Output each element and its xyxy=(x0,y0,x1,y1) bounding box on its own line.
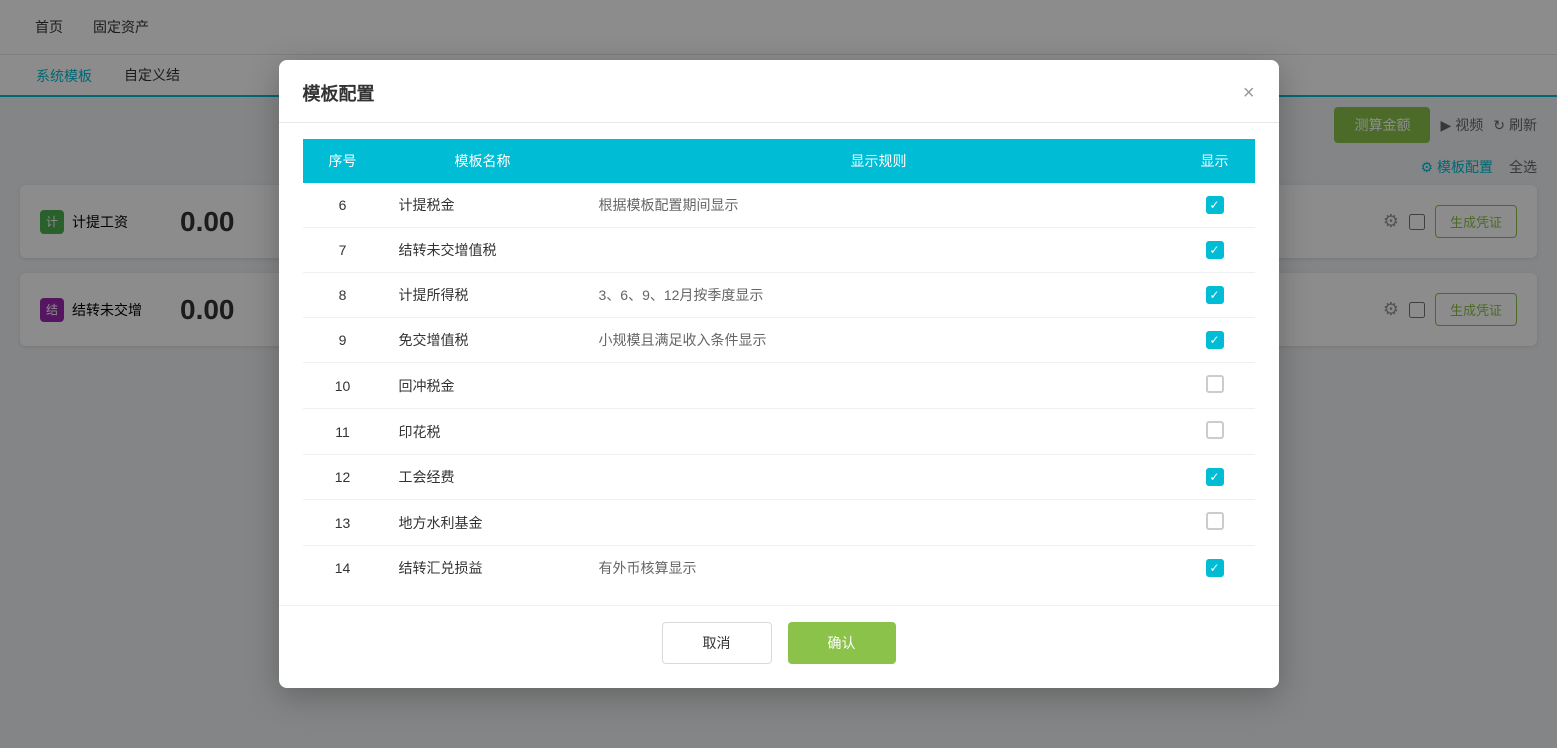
cell-name: 印花税 xyxy=(383,409,583,455)
table-row: 10回冲税金 xyxy=(303,363,1255,409)
table-row: 6计提税金根据模板配置期间显示 ✓ xyxy=(303,183,1255,228)
checkbox-13[interactable] xyxy=(1206,512,1224,530)
cell-checkbox[interactable]: ✓ xyxy=(1175,318,1255,363)
cell-name: 免交增值税 xyxy=(383,318,583,363)
modal-header: 模板配置 × xyxy=(279,60,1279,123)
table-scroll-container[interactable]: 序号 模板名称 显示规则 显示 6计提税金根据模板配置期间显示✓7结转未交增值税… xyxy=(303,139,1255,589)
cell-name: 地方水利基金 xyxy=(383,500,583,546)
table-row: 14结转汇兑损益有外币核算显示 ✓ xyxy=(303,546,1255,590)
cell-name: 结转未交增值税 xyxy=(383,228,583,273)
cell-seq: 10 xyxy=(303,363,383,409)
template-config-modal: 模板配置 × 序号 模板名称 显示规则 显示 6计提税金根据模板配置期间显 xyxy=(279,60,1279,688)
cell-checkbox[interactable]: ✓ xyxy=(1175,183,1255,228)
cell-rule xyxy=(583,228,1175,273)
config-table: 序号 模板名称 显示规则 显示 6计提税金根据模板配置期间显示✓7结转未交增值税… xyxy=(303,139,1255,589)
checkbox-6[interactable]: ✓ xyxy=(1206,196,1224,214)
cell-rule xyxy=(583,455,1175,500)
col-header-show: 显示 xyxy=(1175,139,1255,183)
table-row: 7结转未交增值税 ✓ xyxy=(303,228,1255,273)
modal-overlay: 模板配置 × 序号 模板名称 显示规则 显示 6计提税金根据模板配置期间显 xyxy=(0,0,1557,748)
cell-checkbox[interactable]: ✓ xyxy=(1175,228,1255,273)
cell-rule xyxy=(583,363,1175,409)
col-header-rule: 显示规则 xyxy=(583,139,1175,183)
cell-rule: 有外币核算显示 xyxy=(583,546,1175,590)
cell-checkbox[interactable]: ✓ xyxy=(1175,546,1255,590)
cell-seq: 14 xyxy=(303,546,383,590)
table-row: 12工会经费 ✓ xyxy=(303,455,1255,500)
table-row: 8计提所得税3、6、9、12月按季度显示 ✓ xyxy=(303,273,1255,318)
checkbox-14[interactable]: ✓ xyxy=(1206,559,1224,577)
table-body: 6计提税金根据模板配置期间显示✓7结转未交增值税✓8计提所得税3、6、9、12月… xyxy=(303,183,1255,589)
checkbox-7[interactable]: ✓ xyxy=(1206,241,1224,259)
cell-checkbox[interactable]: ✓ xyxy=(1175,273,1255,318)
cell-rule: 3、6、9、12月按季度显示 xyxy=(583,273,1175,318)
confirm-button[interactable]: 确认 xyxy=(788,622,896,664)
cell-seq: 13 xyxy=(303,500,383,546)
cell-seq: 8 xyxy=(303,273,383,318)
table-header-row: 序号 模板名称 显示规则 显示 xyxy=(303,139,1255,183)
cell-seq: 9 xyxy=(303,318,383,363)
cell-rule xyxy=(583,409,1175,455)
col-header-seq: 序号 xyxy=(303,139,383,183)
cell-seq: 6 xyxy=(303,183,383,228)
cell-seq: 11 xyxy=(303,409,383,455)
checkbox-8[interactable]: ✓ xyxy=(1206,286,1224,304)
cell-seq: 12 xyxy=(303,455,383,500)
table-row: 13地方水利基金 xyxy=(303,500,1255,546)
cell-checkbox[interactable] xyxy=(1175,363,1255,409)
cell-checkbox[interactable] xyxy=(1175,500,1255,546)
checkbox-12[interactable]: ✓ xyxy=(1206,468,1224,486)
cell-seq: 7 xyxy=(303,228,383,273)
modal-footer: 取消 确认 xyxy=(279,605,1279,688)
modal-body: 序号 模板名称 显示规则 显示 6计提税金根据模板配置期间显示✓7结转未交增值税… xyxy=(279,123,1279,605)
cell-name: 计提所得税 xyxy=(383,273,583,318)
modal-close-button[interactable]: × xyxy=(1243,83,1255,103)
cancel-button[interactable]: 取消 xyxy=(662,622,772,664)
cell-checkbox[interactable] xyxy=(1175,409,1255,455)
table-row: 11印花税 xyxy=(303,409,1255,455)
cell-name: 工会经费 xyxy=(383,455,583,500)
modal-title: 模板配置 xyxy=(303,80,375,106)
cell-rule: 小规模且满足收入条件显示 xyxy=(583,318,1175,363)
cell-rule xyxy=(583,500,1175,546)
checkbox-11[interactable] xyxy=(1206,421,1224,439)
cell-rule: 根据模板配置期间显示 xyxy=(583,183,1175,228)
table-row: 9免交增值税小规模且满足收入条件显示 ✓ xyxy=(303,318,1255,363)
checkbox-9[interactable]: ✓ xyxy=(1206,331,1224,349)
checkbox-10[interactable] xyxy=(1206,375,1224,393)
cell-name: 回冲税金 xyxy=(383,363,583,409)
cell-name: 计提税金 xyxy=(383,183,583,228)
cell-name: 结转汇兑损益 xyxy=(383,546,583,590)
col-header-name: 模板名称 xyxy=(383,139,583,183)
cell-checkbox[interactable]: ✓ xyxy=(1175,455,1255,500)
